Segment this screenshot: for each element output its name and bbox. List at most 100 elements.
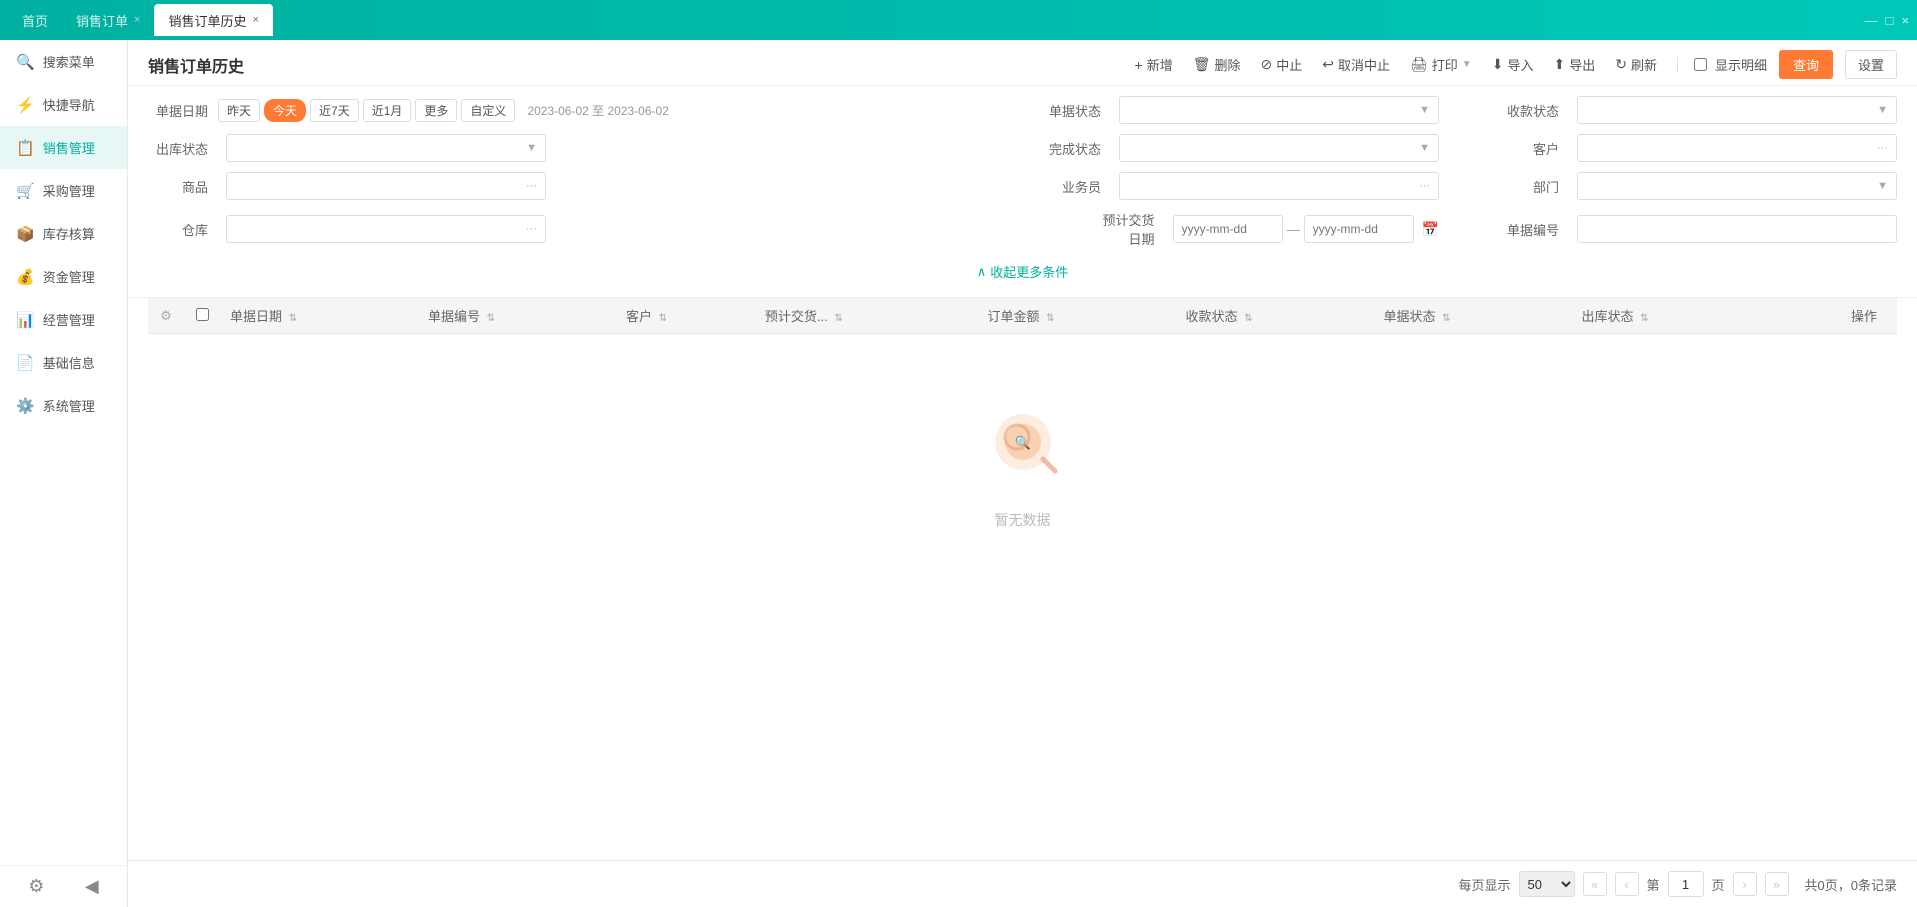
page-size-label: 每页显示 bbox=[1458, 875, 1510, 894]
date-btn-1month[interactable]: 近1月 bbox=[363, 99, 412, 122]
completion-status-select[interactable]: ▼ bbox=[1119, 134, 1439, 162]
calendar-icon-start[interactable]: 📅 bbox=[1422, 221, 1439, 238]
sidebar-item-operations[interactable]: 📊 经营管理 bbox=[0, 298, 127, 341]
date-btn-custom[interactable]: 自定义 bbox=[461, 99, 515, 122]
next-page-icon: › bbox=[1742, 877, 1746, 892]
toolbar: + 新增 🗑 删除 ⊘ 中止 ↩ 取消中止 🖨 打印 ▼ ⬇ 导入 ⬆ 导出 bbox=[1131, 50, 1898, 79]
order-number-input[interactable] bbox=[1577, 215, 1897, 243]
toolbar-label-stop: 中止 bbox=[1276, 55, 1302, 74]
customer-select[interactable]: ··· bbox=[1577, 134, 1897, 162]
sort-delivery-icon: ⇅ bbox=[834, 313, 842, 324]
page-number-input[interactable]: 1 bbox=[1668, 871, 1704, 897]
settings-button[interactable]: 设置 bbox=[1845, 50, 1897, 79]
date-btn-more[interactable]: 更多 bbox=[415, 99, 457, 122]
salesperson-select[interactable]: ··· bbox=[1119, 172, 1439, 200]
th-order-status[interactable]: 单据状态 ⇅ bbox=[1373, 298, 1571, 334]
sidebar-icon-operations: 📊 bbox=[16, 311, 35, 329]
toolbar-label-print: 打印 bbox=[1432, 55, 1458, 74]
order-status-label: 单据状态 bbox=[1041, 101, 1111, 120]
product-select[interactable]: ··· bbox=[226, 172, 546, 200]
minimize-icon[interactable]: — bbox=[1865, 13, 1878, 28]
sidebar-label-search-menu: 搜索菜单 bbox=[43, 52, 95, 71]
salesperson-label: 业务员 bbox=[1041, 177, 1111, 196]
th-collection-status[interactable]: 收款状态 ⇅ bbox=[1175, 298, 1373, 334]
toolbar-btn-delete[interactable]: 🗑 删除 bbox=[1189, 52, 1245, 77]
toolbar-icon-delete: 🗑 bbox=[1193, 56, 1211, 73]
th-amount[interactable]: 订单金额 ⇅ bbox=[977, 298, 1175, 334]
sidebar-label-inventory: 库存核算 bbox=[43, 224, 95, 243]
tab-close-sales-order-history[interactable]: × bbox=[252, 14, 258, 26]
outbound-status-label: 出库状态 bbox=[148, 139, 218, 158]
sidebar-item-search-menu[interactable]: 🔍 搜索菜单 bbox=[0, 40, 127, 83]
main-layout: 🔍 搜索菜单 ⚡ 快捷导航 📋 销售管理 🛒 采购管理 📦 库存核算 💰 资金管… bbox=[0, 40, 1917, 907]
last-page-btn[interactable]: » bbox=[1765, 872, 1789, 896]
date-range-text: 2023-06-02 至 2023-06-02 bbox=[527, 102, 668, 119]
tab-sales-order[interactable]: 销售订单× bbox=[62, 4, 154, 36]
date-btn-today[interactable]: 今天 bbox=[264, 99, 306, 122]
toolbar-btn-print[interactable]: 🖨 打印 ▼ bbox=[1406, 52, 1476, 77]
close-icon[interactable]: × bbox=[1901, 13, 1909, 28]
toolbar-btn-stop[interactable]: ⊘ 中止 bbox=[1257, 52, 1307, 77]
toolbar-btn-export[interactable]: ⬆ 导出 bbox=[1549, 52, 1599, 77]
toolbar-btn-refresh[interactable]: ↻ 刷新 bbox=[1611, 52, 1661, 77]
th-outbound-status[interactable]: 出库状态 ⇅ bbox=[1571, 298, 1769, 334]
th-settings[interactable]: ⚙ bbox=[148, 298, 184, 334]
delivery-date-start[interactable] bbox=[1173, 215, 1283, 243]
tab-sales-order-history[interactable]: 销售订单历史× bbox=[154, 4, 272, 36]
sidebar-icon-sales-mgmt: 📋 bbox=[16, 139, 35, 157]
display-toggle[interactable]: 显示明细 bbox=[1694, 55, 1767, 74]
sidebar-item-finance[interactable]: 💰 资金管理 bbox=[0, 255, 127, 298]
outbound-status-select[interactable]: ▼ bbox=[226, 134, 546, 162]
department-select[interactable]: ▼ bbox=[1577, 172, 1897, 200]
toolbar-btn-import[interactable]: ⬇ 导入 bbox=[1488, 52, 1538, 77]
order-status-select[interactable]: ▼ bbox=[1119, 96, 1439, 124]
maximize-icon[interactable]: □ bbox=[1886, 13, 1894, 28]
order-number-label: 单据编号 bbox=[1499, 220, 1569, 239]
next-page-btn[interactable]: › bbox=[1733, 872, 1757, 896]
sort-number-icon: ⇅ bbox=[487, 313, 495, 324]
th-date[interactable]: 单据日期 ⇅ bbox=[220, 298, 418, 334]
collection-status-arrow: ▼ bbox=[1877, 104, 1888, 116]
toolbar-divider bbox=[1677, 57, 1678, 73]
sidebar-item-quick-nav[interactable]: ⚡ 快捷导航 bbox=[0, 83, 127, 126]
prev-page-icon: ‹ bbox=[1624, 877, 1628, 892]
sidebar-item-basic-info[interactable]: 📄 基础信息 bbox=[0, 341, 127, 384]
toolbar-btn-new[interactable]: + 新增 bbox=[1131, 52, 1177, 77]
collection-status-select[interactable]: ▼ bbox=[1577, 96, 1897, 124]
prev-page-btn[interactable]: ‹ bbox=[1615, 872, 1639, 896]
warehouse-label: 仓库 bbox=[148, 220, 218, 239]
filter-area: 单据日期 昨天 今天 近7天 近1月 更多 自定义 2023-06-02 至 2… bbox=[128, 86, 1917, 298]
settings-icon[interactable]: ⚙ bbox=[28, 876, 44, 897]
delivery-date-label: 预计交货日期 bbox=[1095, 210, 1165, 248]
collapse-icon[interactable]: ◀ bbox=[85, 876, 99, 897]
query-button[interactable]: 查询 bbox=[1779, 50, 1833, 79]
date-btn-yesterday[interactable]: 昨天 bbox=[218, 99, 260, 122]
tab-home[interactable]: 首页 bbox=[8, 4, 62, 36]
date-btn-7days[interactable]: 近7天 bbox=[310, 99, 359, 122]
delivery-date-end[interactable] bbox=[1304, 215, 1414, 243]
toolbar-label-cancel-stop: 取消中止 bbox=[1338, 55, 1390, 74]
toolbar-btn-cancel-stop[interactable]: ↩ 取消中止 bbox=[1318, 52, 1394, 77]
order-status-arrow: ▼ bbox=[1419, 104, 1430, 116]
sidebar-item-purchase-mgmt[interactable]: 🛒 采购管理 bbox=[0, 169, 127, 212]
th-delivery[interactable]: 预计交货... ⇅ bbox=[755, 298, 978, 334]
tab-close-sales-order[interactable]: × bbox=[134, 14, 140, 26]
sidebar-item-sales-mgmt[interactable]: 📋 销售管理 bbox=[0, 126, 127, 169]
window-controls: — □ × bbox=[1865, 13, 1909, 28]
display-toggle-checkbox[interactable] bbox=[1694, 58, 1707, 71]
sidebar-label-operations: 经营管理 bbox=[43, 310, 95, 329]
sidebar-item-system-mgmt[interactable]: ⚙️ 系统管理 bbox=[0, 384, 127, 427]
th-number[interactable]: 单据编号 ⇅ bbox=[418, 298, 616, 334]
table-area: ⚙ 单据日期 ⇅ 单据编号 ⇅ 客户 bbox=[128, 298, 1917, 860]
first-page-btn[interactable]: « bbox=[1583, 872, 1607, 896]
page-size-select[interactable]: 50 100 200 bbox=[1519, 871, 1575, 897]
select-all-checkbox[interactable] bbox=[196, 308, 209, 321]
pagination-bar: 每页显示 50 100 200 « ‹ 第 1 页 › » 共0页，0条记录 bbox=[128, 860, 1917, 907]
toolbar-icon-import: ⬇ bbox=[1492, 56, 1504, 73]
th-checkbox[interactable] bbox=[184, 298, 220, 334]
collapse-row[interactable]: ∧ 收起更多条件 bbox=[148, 258, 1897, 287]
warehouse-select[interactable]: ··· bbox=[226, 215, 546, 243]
sidebar-item-inventory[interactable]: 📦 库存核算 bbox=[0, 212, 127, 255]
th-operation: 操作 bbox=[1769, 298, 1897, 334]
th-customer[interactable]: 客户 ⇅ bbox=[616, 298, 755, 334]
